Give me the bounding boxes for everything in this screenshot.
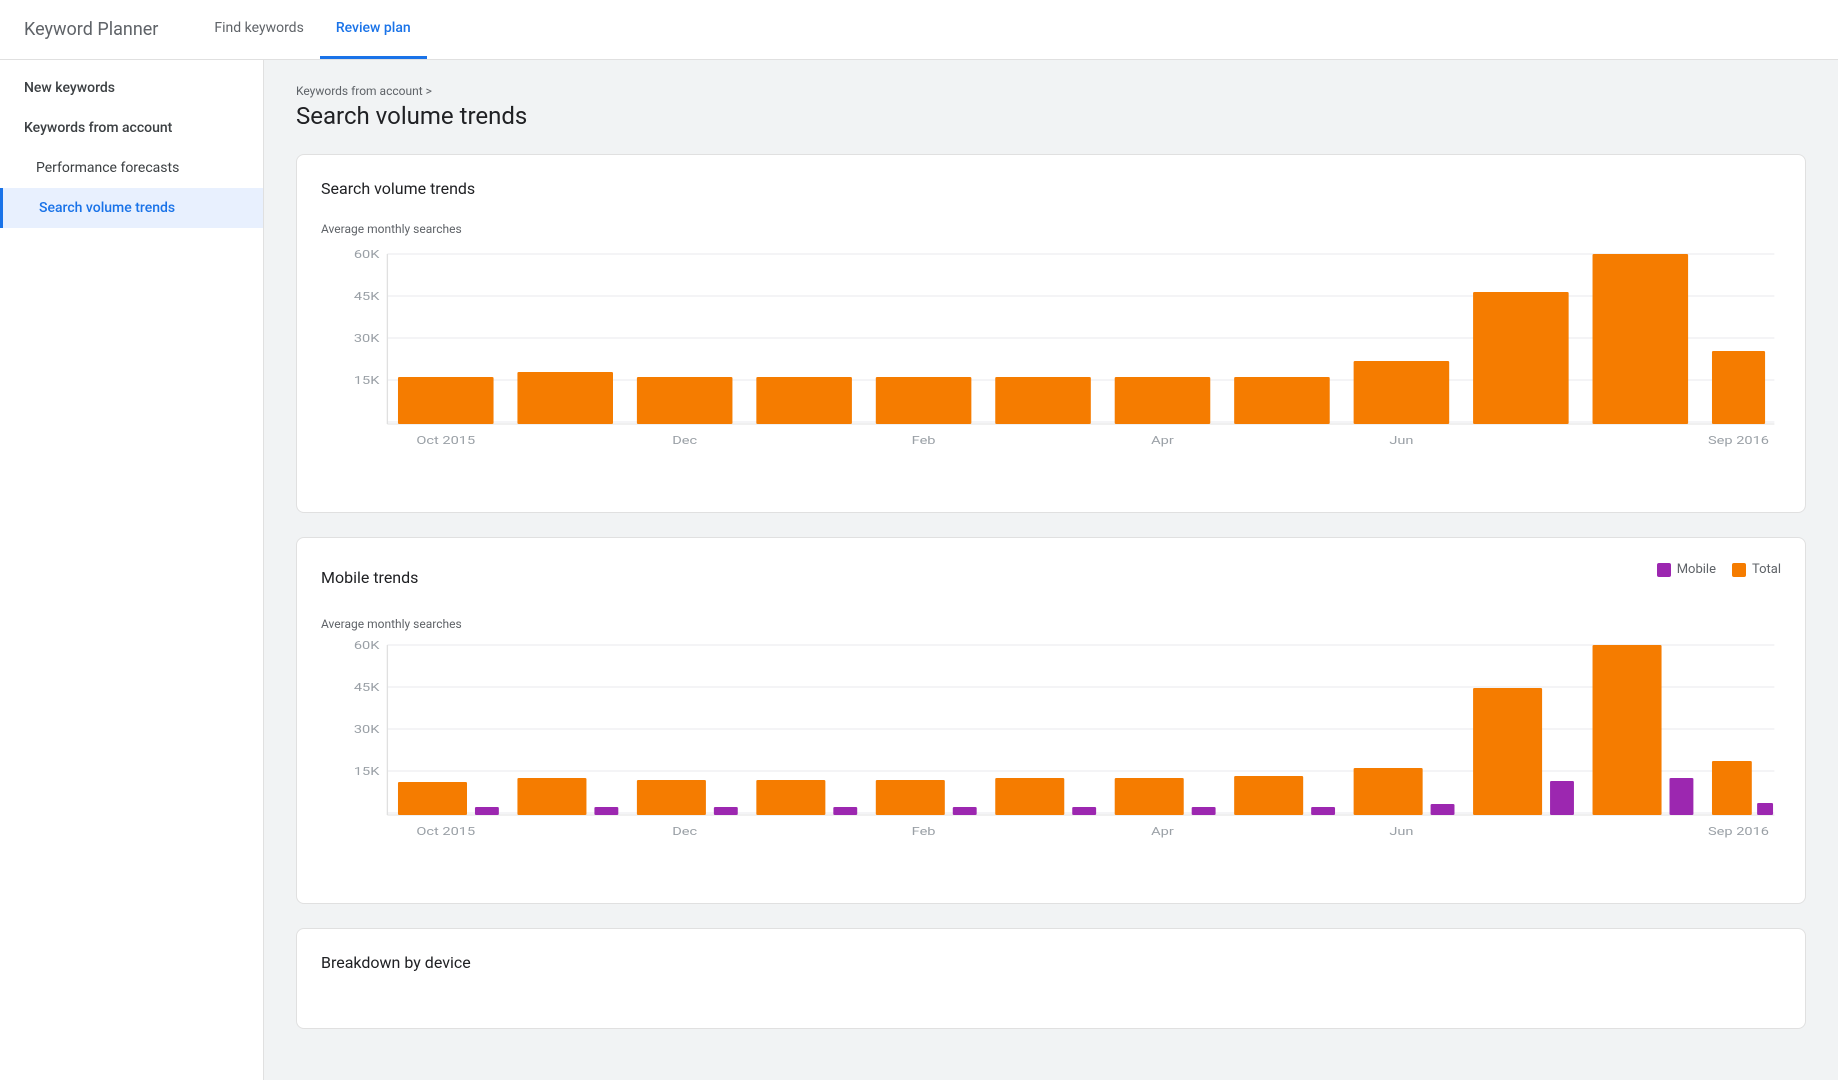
chart1-container: 60K 45K 30K 15K	[321, 240, 1781, 488]
sidebar-item-performance-forecasts[interactable]: Performance forecasts	[0, 148, 263, 188]
legend-mobile: Mobile	[1657, 562, 1716, 577]
chart2-legend: Mobile Total	[1657, 562, 1781, 577]
sidebar-item-new-keywords[interactable]: New keywords	[0, 68, 263, 108]
svg-text:45K: 45K	[354, 291, 381, 304]
svg-text:15K: 15K	[354, 766, 381, 779]
svg-text:60K: 60K	[354, 640, 381, 653]
sidebar: New keywords Keywords from account Perfo…	[0, 60, 264, 1080]
chart1-y-label: Average monthly searches	[321, 222, 1781, 236]
legend-total-label: Total	[1752, 562, 1781, 577]
svg-text:Oct 2015: Oct 2015	[416, 435, 475, 448]
tab-review-plan[interactable]: Review plan	[320, 0, 427, 59]
chart2-svg: 60K 45K 30K 15K	[321, 635, 1781, 875]
app-title: Keyword Planner	[24, 19, 158, 40]
legend-total-dot	[1732, 563, 1746, 577]
chart2-area: Average monthly searches 60K 45K 30K	[321, 609, 1781, 879]
breadcrumb: Keywords from account >	[296, 84, 1806, 98]
svg-text:Feb: Feb	[912, 435, 936, 448]
svg-text:Oct 2015: Oct 2015	[416, 826, 475, 839]
sidebar-item-search-volume-trends[interactable]: Search volume trends	[0, 188, 263, 228]
sidebar-item-keywords-from-account[interactable]: Keywords from account	[0, 108, 263, 148]
svg-text:30K: 30K	[354, 333, 381, 346]
layout: New keywords Keywords from account Perfo…	[0, 60, 1838, 1080]
legend-mobile-label: Mobile	[1677, 562, 1716, 577]
breadcrumb-parent: Keywords from account	[296, 84, 423, 98]
chart2-title: Mobile trends	[321, 568, 418, 587]
app-header: Keyword Planner Find keywords Review pla…	[0, 0, 1838, 60]
chart1-svg: 60K 45K 30K 15K	[321, 244, 1781, 484]
page-title: Search volume trends	[296, 102, 1806, 130]
legend-mobile-dot	[1657, 563, 1671, 577]
svg-text:Jun: Jun	[1389, 435, 1413, 448]
chart1-area: Average monthly searches	[321, 214, 1781, 488]
chart2-y-label: Average monthly searches	[321, 617, 1781, 631]
breadcrumb-separator: >	[426, 84, 432, 98]
tab-find-keywords[interactable]: Find keywords	[198, 0, 319, 59]
svg-text:Dec: Dec	[672, 826, 697, 839]
main-content: Keywords from account > Search volume tr…	[264, 60, 1838, 1080]
chart3-title: Breakdown by device	[321, 953, 1781, 972]
mobile-trends-card: Mobile trends Mobile Total Average month…	[296, 537, 1806, 904]
legend-total: Total	[1732, 562, 1781, 577]
svg-text:30K: 30K	[354, 724, 381, 737]
svg-text:45K: 45K	[354, 682, 381, 695]
chart1-title: Search volume trends	[321, 179, 1781, 198]
svg-text:Sep 2016: Sep 2016	[1708, 435, 1769, 448]
svg-text:Dec: Dec	[672, 435, 697, 448]
svg-text:Sep 2016: Sep 2016	[1708, 826, 1769, 839]
svg-text:Jun: Jun	[1389, 826, 1413, 839]
search-volume-trends-card: Search volume trends Average monthly sea…	[296, 154, 1806, 513]
nav-tabs: Find keywords Review plan	[198, 0, 426, 59]
svg-text:60K: 60K	[354, 249, 381, 262]
svg-text:15K: 15K	[354, 375, 381, 388]
svg-text:Apr: Apr	[1151, 826, 1174, 839]
breakdown-device-card: Breakdown by device	[296, 928, 1806, 1029]
svg-text:Apr: Apr	[1151, 435, 1174, 448]
svg-text:Feb: Feb	[912, 826, 936, 839]
